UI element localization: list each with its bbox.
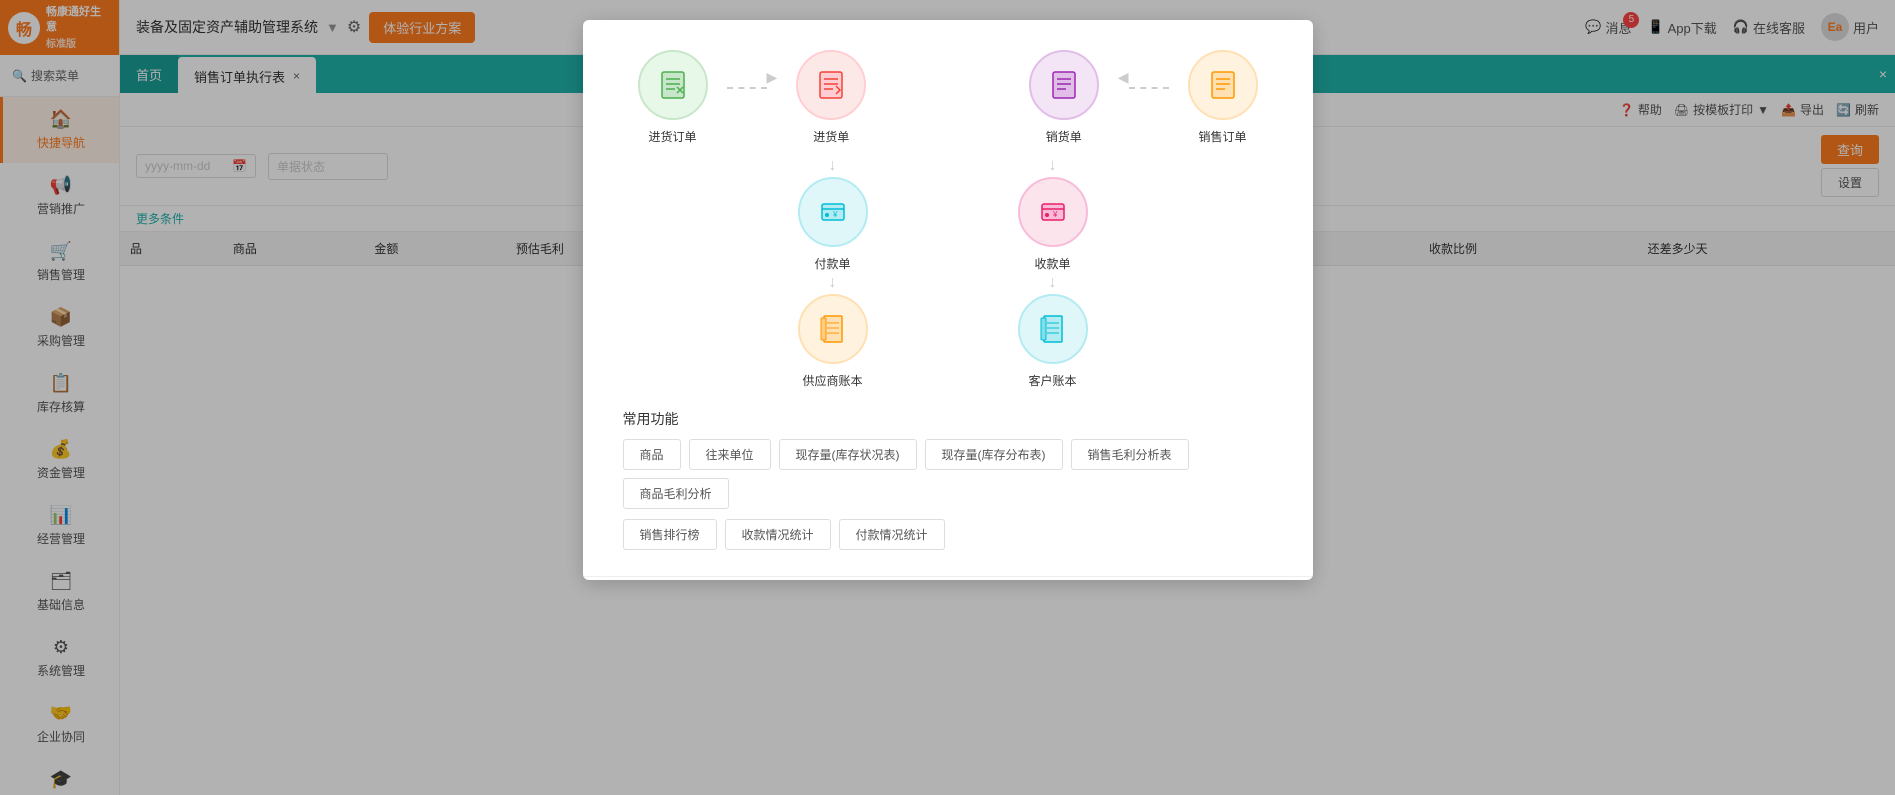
- supplier-ledger-label: 供应商账本: [802, 372, 862, 389]
- flow-modal: 进货订单 ▶: [583, 93, 1313, 580]
- btn-sales-rank[interactable]: 销售排行榜: [623, 519, 717, 550]
- flow-customer-ledger[interactable]: 客户账本: [1003, 294, 1103, 389]
- btn-stock-dist[interactable]: 现存量(库存分布表): [925, 439, 1063, 470]
- modal-scrollbar[interactable]: ◀ ▶: [583, 576, 1313, 580]
- common-functions-section: 常用功能 商品 往来单位 现存量(库存状况表) 现存量(库存分布表) 销售毛利分…: [583, 409, 1313, 576]
- flow-payment-bill[interactable]: ¥ 付款单: [783, 177, 883, 272]
- main-area: 装备及固定资产辅助管理系统 ▼ ⚙ 体验行业方案 💬 消息 5 📱 App下载 …: [120, 0, 1895, 795]
- flow-section: 进货订单 ▶: [583, 93, 1313, 409]
- flow-purchase-bill[interactable]: 进货单: [781, 93, 881, 145]
- receipt-bill-label: 收款单: [1034, 255, 1070, 272]
- supplier-ledger-icon: [798, 294, 868, 364]
- flow-row-1: 进货订单 ▶: [623, 93, 1273, 145]
- btn-receipt-stats[interactable]: 收款情况统计: [725, 519, 831, 550]
- svg-text:¥: ¥: [832, 210, 838, 219]
- payment-bill-label: 付款单: [814, 255, 850, 272]
- content-body: ❓ 帮助 🖨 按模板打印 ▼ 📤 导出 🔄 刷新 yyyy-mm-dd 📅: [120, 93, 1895, 795]
- sales-order-label: 销售订单: [1198, 128, 1246, 145]
- customer-ledger-icon: [1018, 294, 1088, 364]
- purchase-bill-label: 进货单: [813, 128, 849, 145]
- sales-order-icon: [1188, 93, 1258, 120]
- flow-receipt-bill[interactable]: ¥ 收款单: [1003, 177, 1103, 272]
- flow-row-2: ↓ ¥ 付款单: [623, 155, 1273, 389]
- modal-overlay[interactable]: 进货订单 ▶: [120, 93, 1895, 795]
- common-buttons-row2: 销售排行榜 收款情况统计 付款情况统计: [623, 519, 1273, 550]
- arrow-left-1: ◀: [1114, 93, 1173, 106]
- down-arrow-1: ↓: [829, 157, 837, 175]
- sales-bill-icon: [1029, 93, 1099, 120]
- arrow-right-1: ▶: [723, 93, 782, 106]
- customer-ledger-label: 客户账本: [1028, 372, 1076, 389]
- btn-product[interactable]: 商品: [623, 439, 681, 470]
- btn-product-margin[interactable]: 商品毛利分析: [623, 478, 729, 509]
- receipt-bill-icon: ¥: [1018, 177, 1088, 247]
- btn-counterpart[interactable]: 往来单位: [689, 439, 771, 470]
- purchase-order-label: 进货订单: [648, 128, 696, 145]
- flow-sales-bill[interactable]: 销货单: [1014, 93, 1114, 145]
- sales-bill-label: 销货单: [1046, 128, 1082, 145]
- btn-stock-status[interactable]: 现存量(库存状况表): [779, 439, 917, 470]
- btn-sales-margin[interactable]: 销售毛利分析表: [1071, 439, 1189, 470]
- flow-sales-order[interactable]: 销售订单: [1173, 93, 1273, 145]
- payment-bill-icon: ¥: [798, 177, 868, 247]
- purchase-bill-icon: [796, 93, 866, 120]
- common-functions-title: 常用功能: [623, 409, 1273, 429]
- flow-purchase-order[interactable]: 进货订单: [623, 93, 723, 145]
- purchase-order-icon: [638, 93, 708, 120]
- svg-text:¥: ¥: [1052, 210, 1058, 219]
- common-buttons-row1: 商品 往来单位 现存量(库存状况表) 现存量(库存分布表) 销售毛利分析表 商品…: [623, 439, 1273, 509]
- purchase-down: ↓ ¥ 付款单: [783, 155, 883, 389]
- down-arrow-3: ↓: [1049, 157, 1057, 175]
- down-arrow-2: ↓: [829, 274, 837, 292]
- flow-supplier-ledger[interactable]: 供应商账本: [783, 294, 883, 389]
- down-arrow-4: ↓: [1049, 274, 1057, 292]
- btn-payment-stats[interactable]: 付款情况统计: [839, 519, 945, 550]
- sales-down: ↓ ¥ 收款单: [1003, 155, 1103, 389]
